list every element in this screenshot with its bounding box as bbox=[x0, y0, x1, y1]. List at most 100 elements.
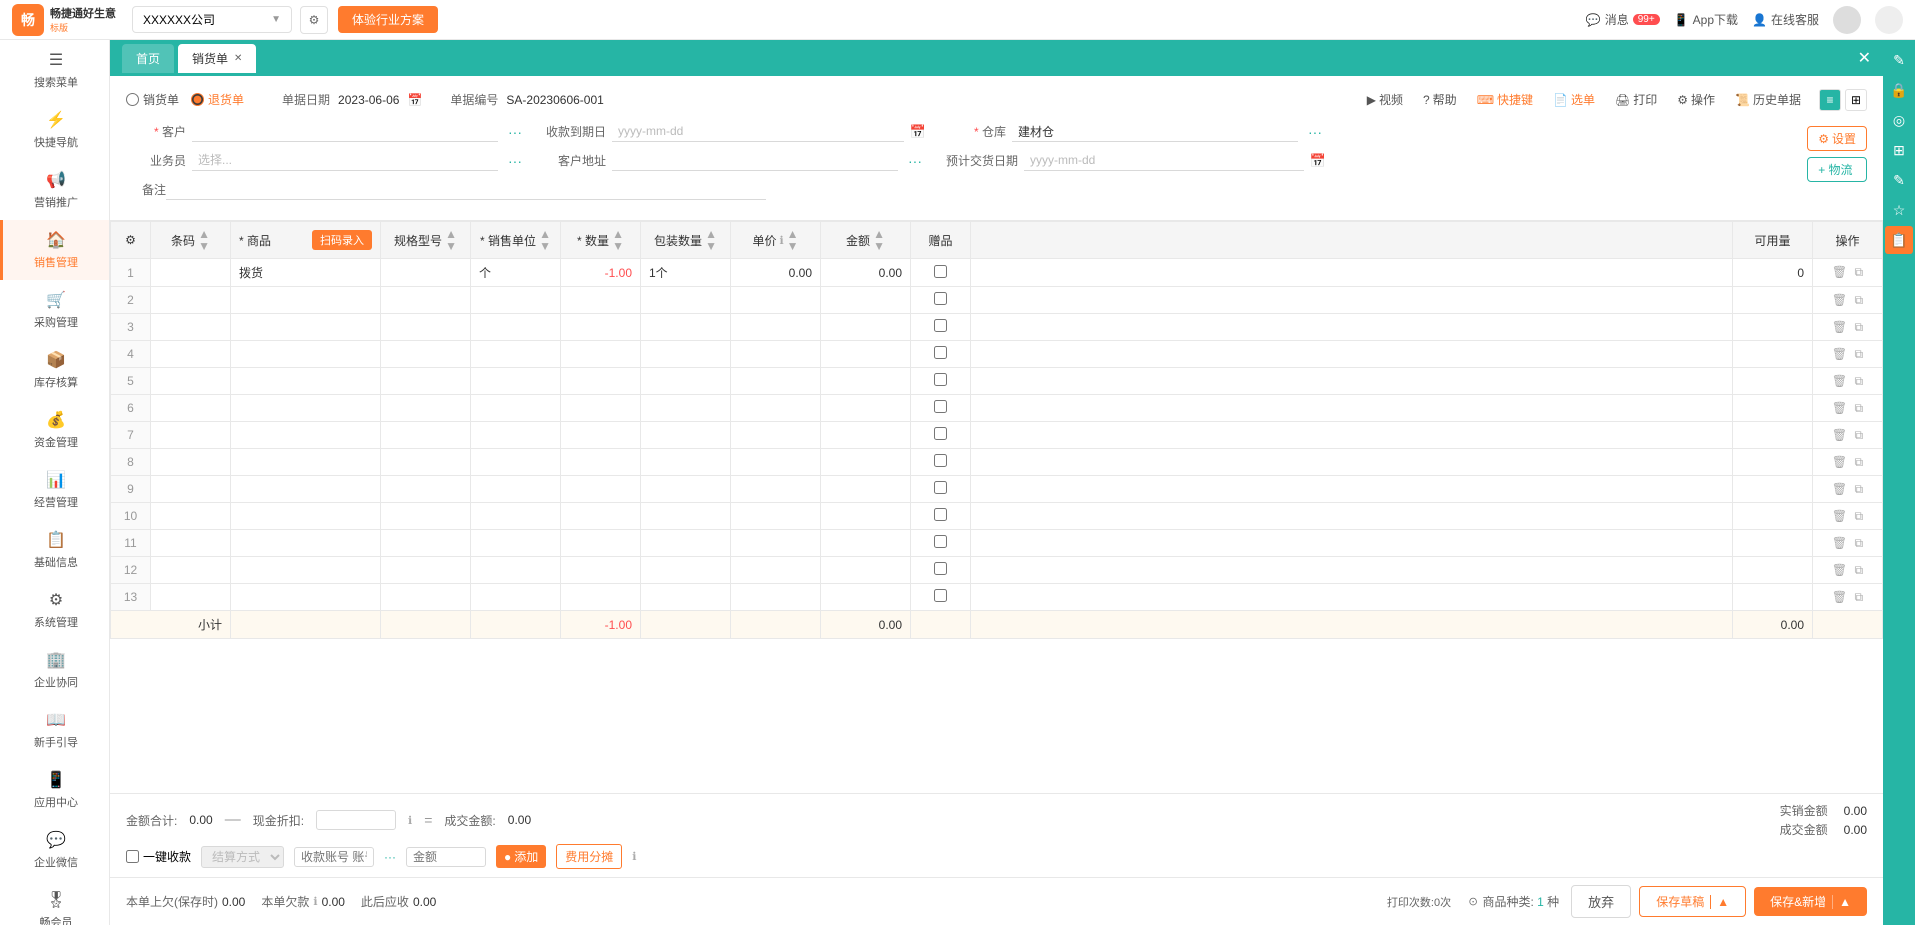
row-pack-qty[interactable] bbox=[641, 368, 731, 395]
right-panel-btn-5[interactable]: ✎ bbox=[1885, 166, 1913, 194]
row-unit[interactable] bbox=[471, 449, 561, 476]
row-pack-qty[interactable] bbox=[641, 395, 731, 422]
logistics-button[interactable]: + 物流 bbox=[1807, 157, 1867, 182]
row-product[interactable]: 拨货 bbox=[231, 259, 381, 287]
row-delete-icon[interactable]: 🗑 bbox=[1832, 320, 1847, 334]
due-date-input[interactable] bbox=[612, 121, 904, 142]
right-panel-btn-7[interactable]: 📋 bbox=[1885, 226, 1913, 254]
row-quantity[interactable] bbox=[561, 584, 641, 611]
row-delete-icon[interactable]: 🗑 bbox=[1832, 536, 1847, 550]
row-spec[interactable] bbox=[381, 449, 471, 476]
sidebar-item-collab[interactable]: 🏢 企业协同 bbox=[0, 640, 109, 700]
sidebar-item-finance[interactable]: 💰 资金管理 bbox=[0, 400, 109, 460]
row-product[interactable] bbox=[231, 287, 381, 314]
row-barcode[interactable] bbox=[151, 422, 231, 449]
row-copy-icon[interactable]: ⧉ bbox=[1855, 320, 1864, 334]
row-product[interactable] bbox=[231, 395, 381, 422]
row-unit-price[interactable] bbox=[731, 287, 821, 314]
row-copy-icon[interactable]: ⧉ bbox=[1855, 401, 1864, 415]
add-fee-button[interactable]: ● 添加 bbox=[496, 845, 546, 868]
row-gift[interactable] bbox=[911, 314, 971, 341]
company-selector[interactable]: XXXXXX公司 ▼ bbox=[132, 6, 292, 33]
row-unit[interactable] bbox=[471, 287, 561, 314]
row-delete-icon[interactable]: 🗑 bbox=[1832, 265, 1847, 279]
row-amount[interactable] bbox=[821, 476, 911, 503]
row-unit-price[interactable] bbox=[731, 368, 821, 395]
row-spec[interactable] bbox=[381, 395, 471, 422]
row-spec[interactable] bbox=[381, 287, 471, 314]
save-new-button[interactable]: 保存&新增 ▲ bbox=[1754, 887, 1867, 916]
row-gift[interactable] bbox=[911, 584, 971, 611]
help-btn[interactable]: ? 帮助 bbox=[1417, 88, 1463, 111]
radio-return-order[interactable]: 退货单 bbox=[191, 91, 244, 108]
date-calendar-icon[interactable]: 📅 bbox=[407, 93, 422, 107]
row-delete-icon[interactable]: 🗑 bbox=[1832, 428, 1847, 442]
row-pack-qty[interactable] bbox=[641, 341, 731, 368]
notes-input[interactable] bbox=[166, 179, 766, 200]
row-pack-qty[interactable] bbox=[641, 557, 731, 584]
row-barcode[interactable] bbox=[151, 503, 231, 530]
discard-button[interactable]: 放弃 bbox=[1571, 885, 1631, 918]
row-gift[interactable] bbox=[911, 341, 971, 368]
row-quantity[interactable] bbox=[561, 368, 641, 395]
row-unit-price[interactable] bbox=[731, 584, 821, 611]
row-barcode[interactable] bbox=[151, 557, 231, 584]
row-quantity[interactable]: -1.00 bbox=[561, 259, 641, 287]
row-delete-icon[interactable]: 🗑 bbox=[1832, 482, 1847, 496]
row-unit[interactable] bbox=[471, 584, 561, 611]
customer-more-icon[interactable]: ··· bbox=[504, 124, 526, 140]
row-gift[interactable] bbox=[911, 368, 971, 395]
row-product[interactable] bbox=[231, 449, 381, 476]
row-copy-icon[interactable]: ⧉ bbox=[1855, 563, 1864, 577]
row-spec[interactable] bbox=[381, 314, 471, 341]
row-gift[interactable] bbox=[911, 287, 971, 314]
sidebar-item-member[interactable]: 🎖 畅会员 bbox=[0, 880, 109, 925]
save-draft-chevron-icon[interactable]: ▲ bbox=[1710, 895, 1729, 909]
save-new-chevron-icon[interactable]: ▲ bbox=[1832, 895, 1851, 909]
row-spec[interactable] bbox=[381, 476, 471, 503]
avatar[interactable] bbox=[1833, 6, 1861, 34]
fee-split-button[interactable]: 费用分摊 bbox=[556, 844, 622, 869]
row-copy-icon[interactable]: ⧉ bbox=[1855, 509, 1864, 523]
row-quantity[interactable] bbox=[561, 449, 641, 476]
row-unit[interactable]: 个 bbox=[471, 259, 561, 287]
card-view-btn[interactable]: ⊞ bbox=[1845, 89, 1867, 111]
row-gift[interactable] bbox=[911, 422, 971, 449]
row-unit[interactable] bbox=[471, 395, 561, 422]
table-view-btn[interactable]: ≡ bbox=[1819, 89, 1841, 111]
row-amount[interactable] bbox=[821, 530, 911, 557]
amount-input[interactable] bbox=[406, 847, 486, 867]
row-copy-icon[interactable]: ⧉ bbox=[1855, 265, 1864, 279]
row-product[interactable] bbox=[231, 557, 381, 584]
sidebar-item-appstore[interactable]: 📱 应用中心 bbox=[0, 760, 109, 820]
row-quantity[interactable] bbox=[561, 395, 641, 422]
row-barcode[interactable] bbox=[151, 368, 231, 395]
row-gift[interactable] bbox=[911, 476, 971, 503]
sidebar-item-marketing[interactable]: 📢 营销推广 bbox=[0, 160, 109, 220]
sidebar-item-search[interactable]: ☰ 搜索菜单 bbox=[0, 40, 109, 100]
right-panel-btn-4[interactable]: ⊞ bbox=[1885, 136, 1913, 164]
warehouse-more-icon[interactable]: ··· bbox=[1304, 124, 1326, 140]
radio-sales-order[interactable]: 销货单 bbox=[126, 91, 179, 108]
row-quantity[interactable] bbox=[561, 341, 641, 368]
row-pack-qty[interactable] bbox=[641, 530, 731, 557]
row-quantity[interactable] bbox=[561, 287, 641, 314]
sidebar-item-guide[interactable]: 📖 新手引导 bbox=[0, 700, 109, 760]
row-barcode[interactable] bbox=[151, 287, 231, 314]
row-unit-price[interactable] bbox=[731, 314, 821, 341]
row-quantity[interactable] bbox=[561, 530, 641, 557]
row-delete-icon[interactable]: 🗑 bbox=[1832, 509, 1847, 523]
customer-address-input[interactable] bbox=[612, 150, 898, 171]
tab-close-icon[interactable]: ✕ bbox=[234, 53, 242, 64]
row-copy-icon[interactable]: ⧉ bbox=[1855, 482, 1864, 496]
sidebar-item-inventory[interactable]: 📦 库存核算 bbox=[0, 340, 109, 400]
row-pack-qty[interactable] bbox=[641, 476, 731, 503]
row-copy-icon[interactable]: ⧉ bbox=[1855, 428, 1864, 442]
row-spec[interactable] bbox=[381, 503, 471, 530]
row-barcode[interactable] bbox=[151, 530, 231, 557]
sidebar-item-basic[interactable]: 📋 基础信息 bbox=[0, 520, 109, 580]
row-delete-icon[interactable]: 🗑 bbox=[1832, 455, 1847, 469]
row-gift[interactable] bbox=[911, 259, 971, 287]
row-unit[interactable] bbox=[471, 314, 561, 341]
row-amount[interactable] bbox=[821, 287, 911, 314]
